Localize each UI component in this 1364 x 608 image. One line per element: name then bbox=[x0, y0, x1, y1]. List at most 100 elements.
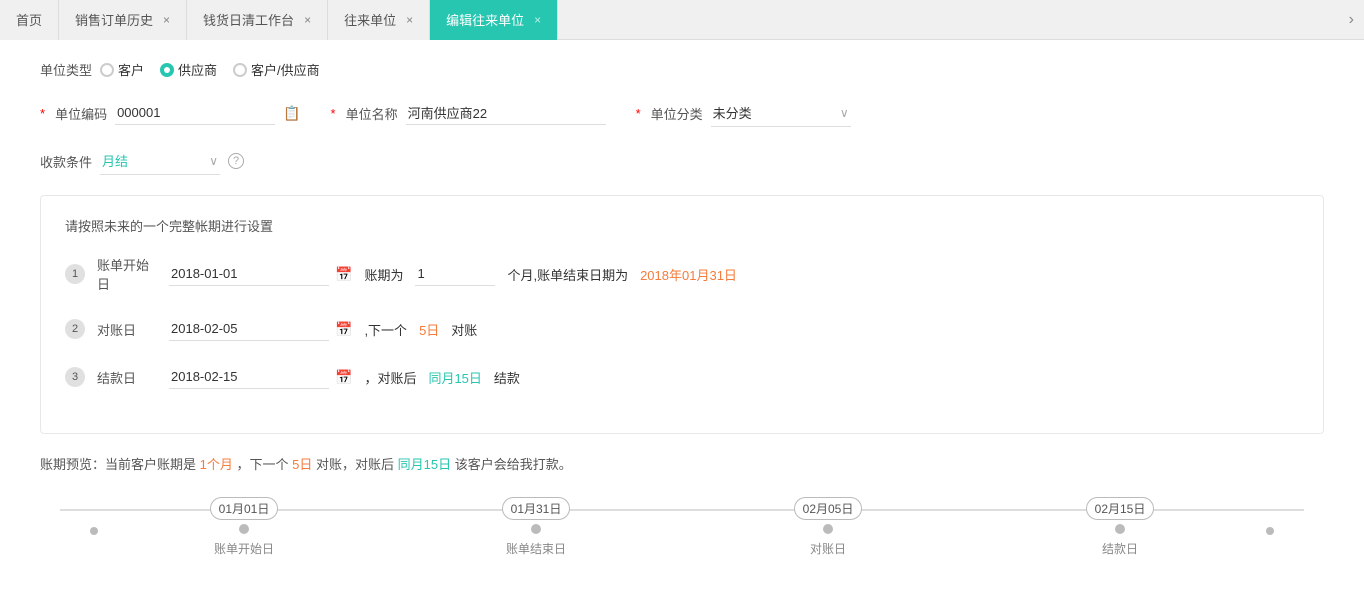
payment-terms-item: 收款条件 月结 ∨ ? bbox=[40, 147, 244, 175]
preview-section: 账期预览：当前客户账期是 1个月 ，下一个 5日 对账，对账后 同月15日 该客… bbox=[40, 454, 1324, 473]
payment-date-cal-icon[interactable]: 📅 bbox=[335, 369, 352, 386]
section-title: 请按照未来的一个完整帐期进行设置 bbox=[65, 216, 1299, 235]
unit-category-star: * bbox=[636, 106, 641, 121]
tab-bar: 首页 销售订单历史 × 钱货日清工作台 × 往来单位 × 编辑往来单位 × › bbox=[0, 0, 1364, 40]
preview-part3-connector: 该客户会给我打款。 bbox=[455, 457, 572, 472]
radio-both[interactable]: 客户/供应商 bbox=[233, 60, 320, 79]
tab-partner-unit-close[interactable]: × bbox=[406, 13, 413, 27]
radio-supplier[interactable]: 供应商 bbox=[160, 60, 217, 79]
unit-code-star: * bbox=[40, 106, 45, 121]
unit-category-item: * 单位分类 未分类 ∨ bbox=[636, 99, 851, 127]
tab-cash-workbench[interactable]: 钱货日清工作台 × bbox=[187, 0, 328, 40]
row-1-period-suffix: 个月,账单结束日期为 bbox=[507, 265, 628, 284]
row-2-suffix-after: 对账 bbox=[451, 320, 477, 339]
unit-code-input[interactable] bbox=[115, 101, 275, 125]
unit-category-label: 单位分类 bbox=[651, 104, 703, 123]
tab-partner-unit[interactable]: 往来单位 × bbox=[328, 0, 430, 40]
radio-customer-label: 客户 bbox=[118, 60, 144, 79]
timeline-dot-4 bbox=[1115, 524, 1125, 534]
unit-name-star: * bbox=[331, 106, 336, 121]
tab-sales-history-close[interactable]: × bbox=[163, 13, 170, 27]
main-content: 单位类型 客户 供应商 客户/供应商 * 单位编码 bbox=[0, 40, 1364, 608]
preview-part1: 1个月 bbox=[200, 457, 233, 472]
tab-sales-history-label: 销售订单历史 bbox=[75, 10, 153, 29]
reconcile-date-input[interactable] bbox=[169, 317, 329, 341]
timeline-dot-3 bbox=[823, 524, 833, 534]
tab-expand-button[interactable]: › bbox=[1339, 11, 1364, 29]
timeline-dot-1 bbox=[239, 524, 249, 534]
row-3-suffix-before: ，对账后 bbox=[364, 368, 416, 387]
radio-supplier-circle bbox=[160, 63, 174, 77]
row-start-date: 1 账单开始日 📅 账期为 个月,账单结束日期为 2018年01月31日 bbox=[65, 255, 1299, 293]
radio-both-circle bbox=[233, 63, 247, 77]
row-reconcile-date: 2 对账日 📅 ,下一个 5日 对账 bbox=[65, 317, 1299, 341]
timeline-label-3: 对账日 bbox=[810, 540, 846, 557]
unit-code-copy-icon[interactable]: 📋 bbox=[283, 105, 300, 122]
timeline-label-2: 账单结束日 bbox=[506, 540, 566, 557]
timeline-badge-2: 01月31日 bbox=[502, 497, 571, 520]
payment-terms-help-icon[interactable]: ? bbox=[228, 153, 244, 169]
payment-terms-dropdown[interactable]: 月结 ∨ bbox=[100, 147, 220, 175]
unit-name-item: * 单位名称 bbox=[331, 101, 606, 125]
preview-label: 账期预览：当前客户账期是 bbox=[40, 457, 196, 472]
unit-code-item: * 单位编码 📋 bbox=[40, 101, 301, 125]
row-3-num: 3 bbox=[65, 367, 85, 387]
unit-type-label: 单位类型 bbox=[40, 60, 92, 79]
unit-type-item: 单位类型 客户 供应商 客户/供应商 bbox=[40, 60, 320, 79]
tab-partner-unit-label: 往来单位 bbox=[344, 10, 396, 29]
start-date-input[interactable] bbox=[169, 262, 329, 286]
row-2-label: 对账日 bbox=[97, 320, 157, 339]
row-3-date-wrap: 📅 bbox=[169, 365, 352, 389]
tab-edit-partner-close[interactable]: × bbox=[534, 13, 541, 27]
payment-terms-value: 月结 bbox=[102, 151, 205, 170]
row-payment-date: 3 结款日 📅 ，对账后 同月15日 结款 bbox=[65, 365, 1299, 389]
tab-cash-workbench-close[interactable]: × bbox=[304, 13, 311, 27]
radio-supplier-label: 供应商 bbox=[178, 60, 217, 79]
row-1-date-wrap: 📅 bbox=[169, 262, 352, 286]
unit-category-select[interactable]: 未分类 ∨ bbox=[711, 99, 851, 127]
row-3-suffix-after: 结款 bbox=[494, 368, 520, 387]
timeline-node-4: 02月15日 结款日 bbox=[1086, 497, 1155, 557]
tab-home-label: 首页 bbox=[16, 10, 42, 29]
unit-code-label: 单位编码 bbox=[55, 104, 107, 123]
tab-sales-history[interactable]: 销售订单历史 × bbox=[59, 0, 187, 40]
timeline-dot-2 bbox=[531, 524, 541, 534]
payment-terms-label: 收款条件 bbox=[40, 152, 92, 171]
timeline-badge-4: 02月15日 bbox=[1086, 497, 1155, 520]
payment-date-input[interactable] bbox=[169, 365, 329, 389]
row-1-end-date: 2018年01月31日 bbox=[640, 265, 737, 284]
tab-edit-partner-label: 编辑往来单位 bbox=[446, 10, 524, 29]
row-3-day-highlight: 同月15日 bbox=[428, 368, 481, 387]
timeline-end-dot bbox=[1266, 527, 1274, 535]
timeline-node-1: 01月01日 账单开始日 bbox=[210, 497, 279, 557]
timeline-badge-1: 01月01日 bbox=[210, 497, 279, 520]
timeline-label-4: 结款日 bbox=[1102, 540, 1138, 557]
row-1-label: 账单开始日 bbox=[97, 255, 157, 293]
row-2-num: 2 bbox=[65, 319, 85, 339]
unit-name-label: 单位名称 bbox=[346, 104, 398, 123]
timeline: 01月01日 账单开始日 01月31日 账单结束日 02月05日 对账日 0 bbox=[70, 497, 1294, 557]
timeline-badge-3: 02月05日 bbox=[794, 497, 863, 520]
timeline-container: 01月01日 账单开始日 01月31日 账单结束日 02月05日 对账日 0 bbox=[40, 497, 1324, 557]
unit-category-arrow-icon: ∨ bbox=[840, 106, 849, 120]
tab-cash-workbench-label: 钱货日清工作台 bbox=[203, 10, 294, 29]
tab-home[interactable]: 首页 bbox=[0, 0, 59, 40]
radio-customer[interactable]: 客户 bbox=[100, 60, 144, 79]
unit-category-value: 未分类 bbox=[713, 103, 836, 122]
row-2-suffix-before: ,下一个 bbox=[364, 320, 407, 339]
timeline-start-dot bbox=[90, 527, 98, 535]
row-1-period-label: 账期为 bbox=[364, 265, 403, 284]
payment-terms-row: 收款条件 月结 ∨ ? bbox=[40, 147, 1324, 175]
unit-name-input[interactable] bbox=[406, 101, 606, 125]
row-3-label: 结款日 bbox=[97, 368, 157, 387]
period-value-input[interactable] bbox=[415, 262, 495, 286]
period-settings-section: 请按照未来的一个完整帐期进行设置 1 账单开始日 📅 账期为 个月,账单结束日期… bbox=[40, 195, 1324, 434]
tab-edit-partner[interactable]: 编辑往来单位 × bbox=[430, 0, 558, 40]
payment-terms-arrow-icon: ∨ bbox=[209, 154, 218, 168]
row-2-date-wrap: 📅 bbox=[169, 317, 352, 341]
row-2-day-highlight: 5日 bbox=[419, 320, 439, 339]
preview-part2: 5日 bbox=[292, 457, 312, 472]
preview-part3: 同月15日 bbox=[398, 457, 451, 472]
start-date-cal-icon[interactable]: 📅 bbox=[335, 266, 352, 283]
reconcile-date-cal-icon[interactable]: 📅 bbox=[335, 321, 352, 338]
